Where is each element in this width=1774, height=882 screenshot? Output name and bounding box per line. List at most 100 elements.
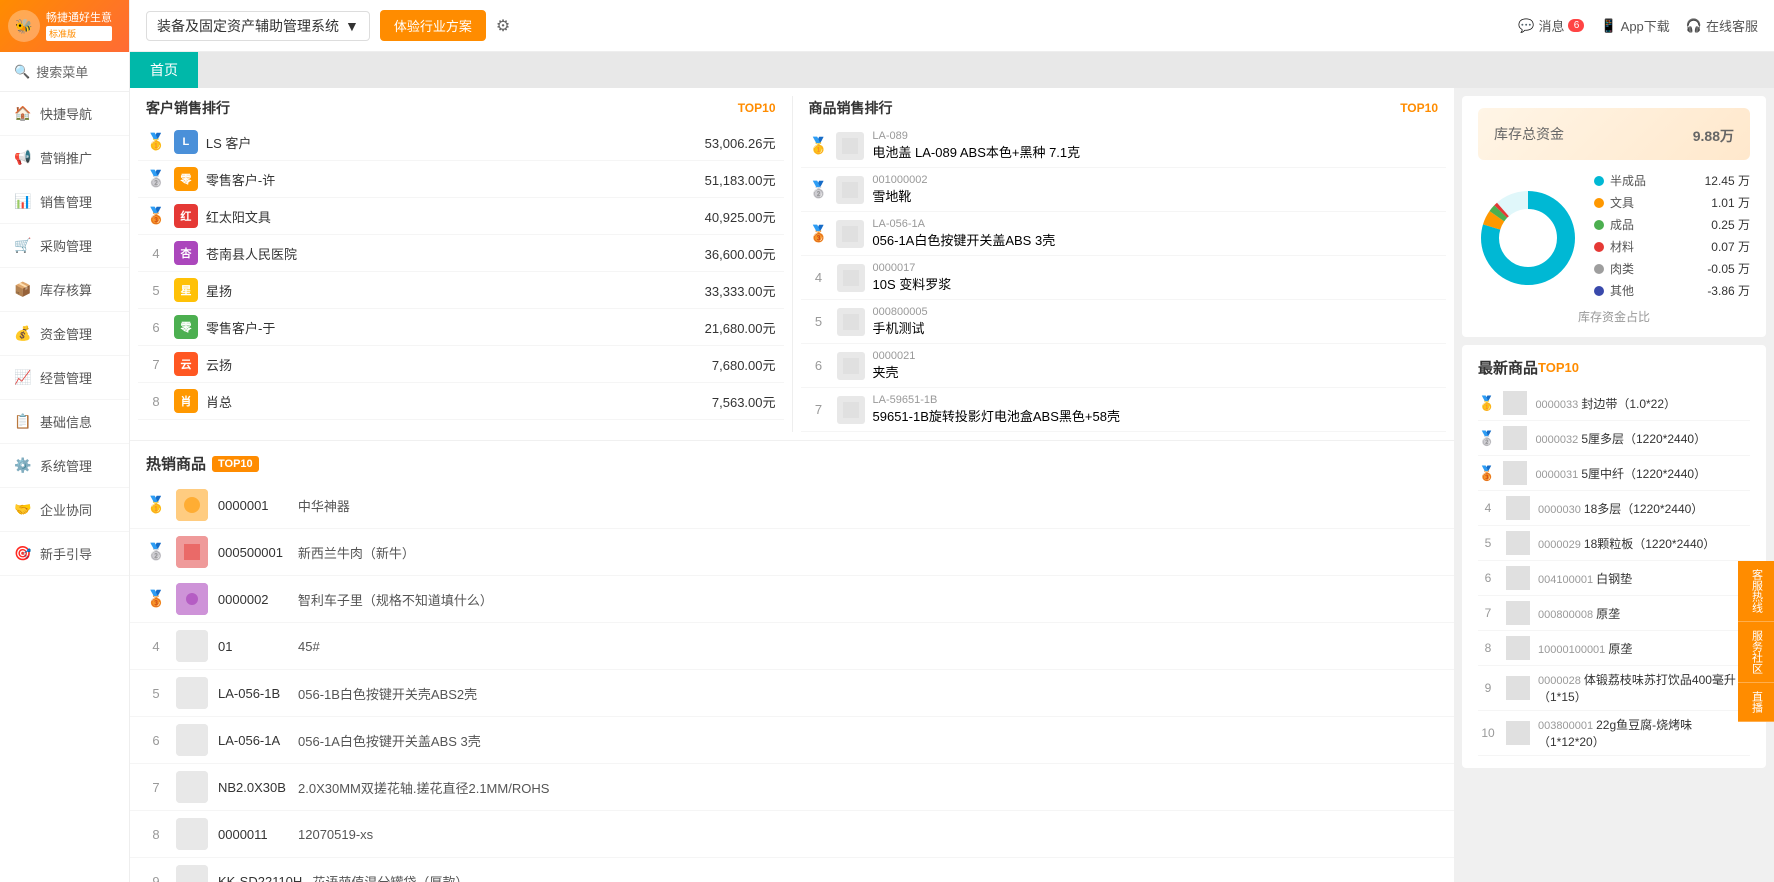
message-badge: 6 [1568, 19, 1584, 32]
online-service-action[interactable]: 🎧 在线客服 [1686, 16, 1758, 35]
list-item: 8 0000011 12070519-xs [130, 811, 1454, 858]
product-thumbnail [1503, 391, 1527, 415]
message-label: 消息 [1538, 16, 1564, 35]
product-thumbnail [176, 771, 208, 803]
new-products-header: 最新商品 TOP10 [1478, 357, 1750, 378]
hot-top-badge: TOP10 [212, 456, 259, 472]
new-products-panel: 最新商品 TOP10 🥇 0000033 封边带（1.0*22） 🥈 [1462, 345, 1766, 768]
product-panel-header: 商品销售排行 TOP10 [793, 88, 1455, 124]
new-products-badge: TOP10 [1538, 360, 1579, 375]
phone-icon: 📱 [1600, 18, 1616, 34]
list-item: 8 10000100001 原垄 [1478, 631, 1750, 666]
product-thumbnail [176, 489, 208, 521]
product-code: 0000021 [873, 350, 1439, 362]
sidebar-item-sales[interactable]: 📊 销售管理 [0, 180, 129, 224]
product-thumbnail [1506, 566, 1530, 590]
sidebar-item-label: 资金管理 [40, 324, 92, 343]
float-btn-label: 服务社区 [1751, 630, 1762, 674]
app-download-action[interactable]: 📱 App下载 [1600, 16, 1669, 35]
sidebar-item-quicknav[interactable]: 🏠 快捷导航 [0, 92, 129, 136]
float-btn-community[interactable]: 服务社区 [1738, 622, 1774, 683]
product-name: 056-1B白色按键开关壳ABS2壳 [298, 684, 1438, 703]
sidebar-item-inventory[interactable]: 📦 库存核算 [0, 268, 129, 312]
new-products-title: 最新商品 [1478, 357, 1538, 378]
sidebar-item-basic-info[interactable]: 📋 基础信息 [0, 400, 129, 444]
sidebar-item-guide[interactable]: 🎯 新手引导 [0, 532, 129, 576]
trial-button[interactable]: 体验行业方案 [380, 10, 486, 41]
float-btn-label: 直播 [1751, 691, 1762, 713]
dropdown-icon: ▼ [345, 18, 359, 34]
medal-icon: 🥉 [809, 224, 829, 244]
product-name: 新西兰牛肉（新牛） [298, 543, 1438, 562]
hot-products-title: 热销商品 [146, 453, 206, 474]
list-item: 🥉 0000002 智利车子里（规格不知道填什么） [130, 576, 1454, 623]
sidebar-item-system[interactable]: ⚙️ 系统管理 [0, 444, 129, 488]
table-row: 🥈 零 零售客户-许 51,183.00元 [138, 161, 784, 198]
legend-name: 成品 [1610, 216, 1705, 233]
table-row: 🥉 红 红太阳文具 40,925.00元 [138, 198, 784, 235]
legend-item-stationery: 文具 1.01 万 [1594, 194, 1750, 211]
product-code: 0000002 [218, 592, 288, 607]
product-name: 056-1A白色按键开关盖ABS 3壳 [298, 731, 1438, 750]
sidebar-item-marketing[interactable]: 📢 营销推广 [0, 136, 129, 180]
finance-icon: 💰 [14, 325, 32, 343]
product-code: LA-59651-1B [873, 394, 1439, 406]
product-image [837, 396, 865, 424]
avatar: 零 [174, 167, 198, 191]
sidebar-item-purchase[interactable]: 🛒 采购管理 [0, 224, 129, 268]
avatar: 零 [174, 315, 198, 339]
float-btn-service[interactable]: 客服热线 [1738, 561, 1774, 622]
list-item: 🥈 0000032 5厘多层（1220*2440） [1478, 421, 1750, 456]
customer-name: 零售客户-许 [206, 170, 697, 189]
sidebar-item-label: 营销推广 [40, 148, 92, 167]
donut-chart [1478, 188, 1578, 288]
message-action[interactable]: 💬 消息 6 [1518, 16, 1584, 35]
legend-name: 肉类 [1610, 260, 1701, 277]
product-name: 电池盖 LA-089 ABS本色+黑种 7.1克 [872, 142, 1438, 161]
product-thumbnail [176, 536, 208, 568]
list-item: 6 004100001 白钢垫 [1478, 561, 1750, 596]
search-menu[interactable]: 🔍 搜索菜单 [0, 52, 129, 92]
legend-item-meat: 肉类 -0.05 万 [1594, 260, 1750, 277]
content-area: 客户销售排行 TOP10 🥇 L LS 客户 53,006.26元 [130, 88, 1774, 882]
product-name: 夹壳 [873, 362, 1439, 381]
sidebar-item-operations[interactable]: 📈 经营管理 [0, 356, 129, 400]
product-info: 003800001 22g鱼豆腐-烧烤味（1*12*20） [1538, 716, 1750, 750]
table-row: 5 星 星扬 33,333.00元 [138, 272, 784, 309]
chart-footer: 库存资金占比 [1478, 308, 1750, 325]
rank-number: 9 [146, 874, 166, 882]
customer-value: 7,563.00元 [712, 392, 776, 411]
product-code: 0000029 [1538, 539, 1584, 551]
system-selector[interactable]: 装备及固定资产辅助管理系统 ▼ [146, 11, 370, 41]
product-info: 0000032 5厘多层（1220*2440） [1535, 430, 1750, 447]
sidebar-item-collab[interactable]: 🤝 企业协同 [0, 488, 129, 532]
top-rankings-row: 客户销售排行 TOP10 🥇 L LS 客户 53,006.26元 [130, 88, 1454, 440]
legend-name: 半成品 [1610, 172, 1699, 189]
search-icon: 🔍 [14, 64, 30, 80]
logo-area: 🐝 畅捷通好生意 标准版 [0, 0, 129, 52]
medal-icon: 🥇 [809, 136, 829, 156]
product-code: NB2.0X30B [218, 780, 288, 795]
rank-number: 8 [146, 827, 166, 842]
customer-ranking-panel: 客户销售排行 TOP10 🥇 L LS 客户 53,006.26元 [130, 88, 792, 440]
tab-home[interactable]: 首页 [130, 52, 198, 88]
legend-name: 材料 [1610, 238, 1705, 255]
sidebar-item-finance[interactable]: 💰 资金管理 [0, 312, 129, 356]
table-row: 🥇 L LS 客户 53,006.26元 [138, 124, 784, 161]
main-area: 装备及固定资产辅助管理系统 ▼ 体验行业方案 ⚙ 💬 消息 6 📱 App下载 … [130, 0, 1774, 882]
rank-number: 5 [1478, 536, 1498, 550]
product-thumbnail [176, 724, 208, 756]
tab-bar: 首页 [130, 52, 1774, 88]
customer-name: 星扬 [206, 281, 697, 300]
float-btn-live[interactable]: 直播 [1738, 683, 1774, 722]
product-code: 004100001 [1538, 574, 1596, 586]
gear-icon[interactable]: ⚙ [496, 16, 510, 36]
product-code: 10000100001 [1538, 644, 1608, 656]
legend-dot [1594, 242, 1604, 252]
sidebar-item-label: 基础信息 [40, 412, 92, 431]
legend-value: -3.86 万 [1707, 282, 1750, 299]
sidebar-item-label: 系统管理 [40, 456, 92, 475]
product-code: 01 [218, 639, 288, 654]
customer-value: 7,680.00元 [712, 355, 776, 374]
legend-dot [1594, 264, 1604, 274]
